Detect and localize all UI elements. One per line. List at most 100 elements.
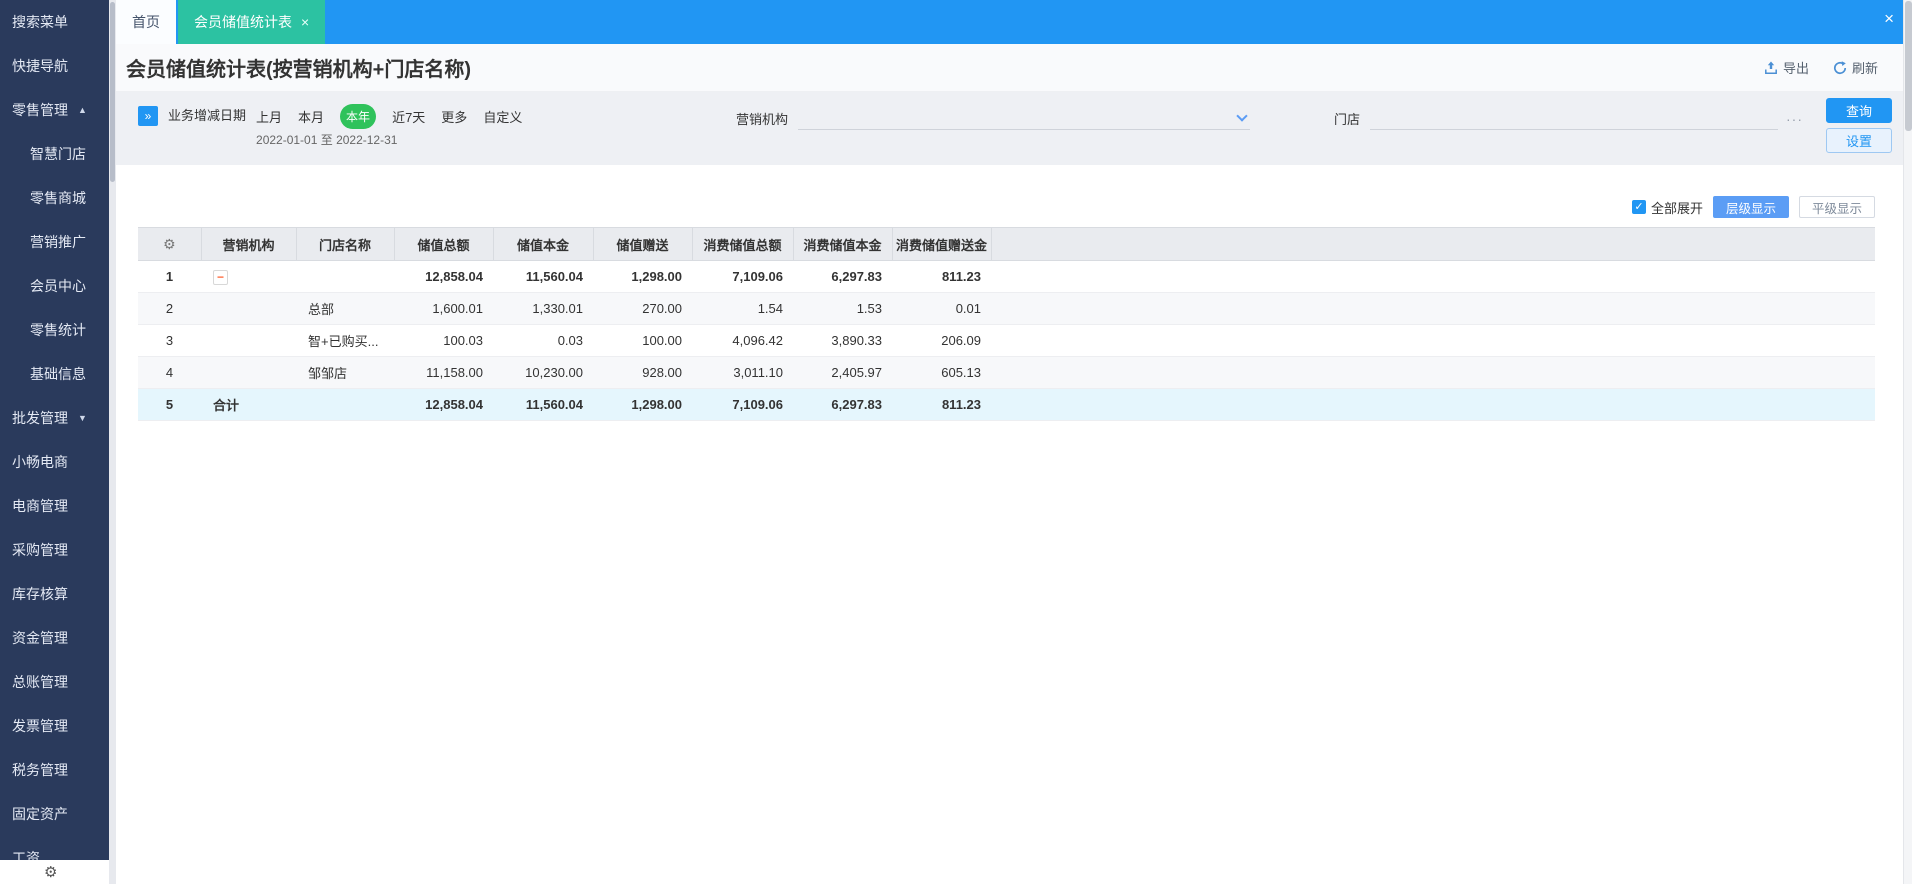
column-header-stored-principal[interactable]: 储值本金	[493, 227, 594, 261]
org-select-input[interactable]	[798, 108, 1251, 130]
sidebar-item-label: 智慧门店	[30, 146, 86, 162]
sidebar-item-marketing-promo[interactable]: 营销推广	[0, 220, 116, 264]
table-controls: ✓ 全部展开 层级显示 平级显示	[138, 195, 1875, 219]
sidebar-item-label: 营销推广	[30, 234, 86, 250]
value-cell-consumed-stored-bonus: 605.13	[892, 356, 991, 389]
value-cell-stored-bonus: 270.00	[593, 292, 692, 325]
table-row[interactable]: 1− 12,858.04 11,560.04 1,298.00 7,109.06 6,29…	[138, 260, 1875, 293]
quick-date-custom[interactable]: 自定义	[483, 107, 522, 126]
date-filter-label: 业务增减日期	[168, 108, 247, 123]
tab-member-stored-value-report[interactable]: 会员储值统计表 ×	[178, 0, 326, 44]
sidebar-item-fixed-assets[interactable]: 固定资产	[0, 792, 116, 836]
tab-home[interactable]: 首页	[116, 0, 176, 44]
quick-date-options: 上月 本月 本年 近7天 更多 自定义	[256, 103, 522, 129]
column-header-consumed-stored-bonus[interactable]: 消费储值赠送金	[892, 227, 992, 261]
quick-date-this-year[interactable]: 本年	[340, 103, 377, 129]
query-button[interactable]: 查询	[1826, 98, 1892, 123]
sidebar-scrollbar-thumb[interactable]	[110, 2, 115, 182]
sidebar-item-label: 电商管理	[12, 498, 68, 514]
quick-date-more[interactable]: 更多	[441, 107, 467, 126]
sidebar-item-basic-info[interactable]: 基础信息	[0, 352, 116, 396]
column-header-store-name[interactable]: 门店名称	[296, 227, 395, 261]
column-header-org[interactable]: 营销机构	[201, 227, 297, 261]
store-name-cell: 邹邹店	[296, 356, 394, 389]
sidebar-item-general-ledger[interactable]: 总账管理	[0, 660, 116, 704]
value-cell-stored-bonus: 100.00	[593, 324, 692, 357]
settings-gear-icon[interactable]: ⚙	[44, 865, 57, 880]
sidebar-scrollbar[interactable]	[109, 0, 116, 884]
title-actions: 导出 刷新	[1764, 58, 1878, 77]
refresh-icon	[1833, 60, 1847, 74]
store-name-cell	[296, 260, 394, 293]
column-header-stored-total[interactable]: 储值总额	[394, 227, 494, 261]
filter-buttons: 查询 设置	[1826, 98, 1892, 153]
sidebar-item-label: 批发管理	[12, 410, 68, 426]
settings-button[interactable]: 设置	[1826, 128, 1892, 153]
value-cell-stored-bonus: 1,298.00	[593, 388, 692, 421]
column-header-consumed-stored-principal[interactable]: 消费储值本金	[793, 227, 893, 261]
value-cell-stored-bonus: 928.00	[593, 356, 692, 389]
hierarchy-display-button[interactable]: 层级显示	[1712, 196, 1789, 218]
org-cell: −	[201, 260, 296, 293]
expand-all-checkbox[interactable]: ✓ 全部展开	[1631, 198, 1703, 217]
sidebar-item-xiaochang-ecommerce[interactable]: 小畅电商	[0, 440, 116, 484]
value-cell-consumed-stored-bonus: 811.23	[892, 260, 991, 293]
refresh-button[interactable]: 刷新	[1833, 58, 1878, 77]
row-index: 5	[138, 388, 201, 421]
store-name-cell: 智+已购买...	[296, 324, 394, 357]
quick-date-last-7-days[interactable]: 近7天	[392, 107, 425, 126]
export-button[interactable]: 导出	[1764, 58, 1809, 77]
window-scrollbar[interactable]	[1903, 0, 1912, 884]
sidebar-item-retail-stats[interactable]: 零售统计	[0, 308, 116, 352]
close-icon[interactable]: ×	[1884, 9, 1894, 29]
table-row[interactable]: 2 总部 1,600.01 1,330.01 270.00 1.54 1.53 0.01	[138, 292, 1875, 325]
value-cell-consumed-stored-principal: 2,405.97	[793, 356, 892, 389]
quick-date-last-month[interactable]: 上月	[256, 107, 282, 126]
column-settings-gear-icon[interactable]: ⚙	[163, 236, 176, 252]
sidebar-item-label: 采购管理	[12, 542, 68, 558]
sidebar-item-retail-mall[interactable]: 零售商城	[0, 176, 116, 220]
sidebar-item-ecommerce-management[interactable]: 电商管理	[0, 484, 116, 528]
sidebar-item-wholesale-management[interactable]: 批发管理 ▼	[0, 396, 116, 440]
tab-active-label: 会员储值统计表	[194, 14, 292, 30]
sidebar-item-quick-nav[interactable]: 快捷导航	[0, 44, 116, 88]
sidebar-item-retail-management[interactable]: 零售管理 ▲	[0, 88, 116, 132]
store-picker-ellipsis-icon[interactable]: ···	[1786, 108, 1803, 130]
column-header-filler	[991, 227, 1875, 261]
window-scrollbar-thumb[interactable]	[1905, 1, 1912, 131]
collapse-minus-icon[interactable]: −	[213, 269, 228, 285]
row-index: 1	[138, 260, 201, 293]
table-row[interactable]: 3 智+已购买... 100.03 0.03 100.00 4,096.42 3,890.3…	[138, 324, 1875, 357]
app-window: 搜索菜单 快捷导航 零售管理 ▲ 智慧门店 零售商城 营销推广 会员中心 零售统计 基础信息 批发管…	[0, 0, 1912, 884]
value-cell-stored-principal: 10,230.00	[493, 356, 593, 389]
sidebar-item-invoice-management[interactable]: 发票管理	[0, 704, 116, 748]
table-total-row[interactable]: 5 合计 12,858.04 11,560.04 1,298.00 7,109.06 6,2…	[138, 388, 1875, 421]
filter-expand-button[interactable]: »	[138, 106, 158, 126]
sidebar-item-search-menu[interactable]: 搜索菜单	[0, 0, 116, 44]
sidebar-item-fund-management[interactable]: 资金管理	[0, 616, 116, 660]
checkbox-checked-icon: ✓	[1631, 200, 1646, 214]
sidebar-item-procurement-management[interactable]: 采购管理	[0, 528, 116, 572]
sidebar-item-label: 零售商城	[30, 190, 86, 206]
sidebar-item-inventory-accounting[interactable]: 库存核算	[0, 572, 116, 616]
row-index: 2	[138, 292, 201, 325]
quick-date-this-month[interactable]: 本月	[298, 107, 324, 126]
row-index: 3	[138, 324, 201, 357]
store-input[interactable]	[1370, 108, 1779, 130]
sidebar-item-label: 小畅电商	[12, 454, 68, 470]
value-cell-stored-principal: 1,330.01	[493, 292, 593, 325]
flat-display-button[interactable]: 平级显示	[1798, 196, 1875, 218]
table-header-row: ⚙ 营销机构 门店名称 储值总额 储值本金 储值赠送 消费储值总额 消费储值本金 消费储值赠送金	[138, 227, 1875, 261]
sidebar-item-member-center[interactable]: 会员中心	[0, 264, 116, 308]
column-header-consumed-stored-total[interactable]: 消费储值总额	[692, 227, 794, 261]
value-cell-stored-total: 100.03	[394, 324, 493, 357]
column-header-stored-bonus[interactable]: 储值赠送	[593, 227, 693, 261]
table-row[interactable]: 4 邹邹店 11,158.00 10,230.00 928.00 3,011.10 2,40…	[138, 356, 1875, 389]
sidebar-item-smart-store[interactable]: 智慧门店	[0, 132, 116, 176]
sidebar-item-label: 固定资产	[12, 806, 68, 822]
tab-close-icon[interactable]: ×	[301, 14, 309, 30]
date-range-value[interactable]: 2022-01-01 至 2022-12-31	[256, 131, 522, 148]
row-index: 4	[138, 356, 201, 389]
value-cell-consumed-stored-total: 4,096.42	[692, 324, 793, 357]
sidebar-item-tax-management[interactable]: 税务管理	[0, 748, 116, 792]
